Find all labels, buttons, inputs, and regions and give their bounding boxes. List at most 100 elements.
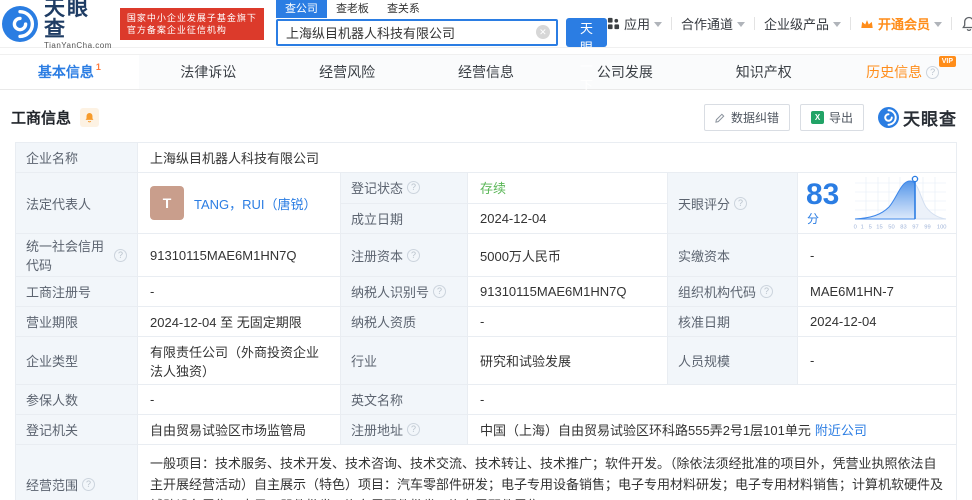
insured-count-value: - (138, 385, 341, 414)
field-label: 经营范围 (16, 445, 138, 500)
org-code-value: MAE6M1HN-7 (798, 277, 956, 306)
field-label: 核准日期 (668, 307, 798, 336)
info-icon[interactable] (734, 197, 747, 210)
table-row-reg-number: 工商注册号 - 纳税人识别号 91310115MAE6M1HN7Q 组织机构代码… (16, 277, 956, 307)
section-title: 工商信息 (11, 107, 71, 128)
search-tab-relation[interactable]: 查关系 (378, 0, 429, 18)
info-icon[interactable] (114, 249, 127, 262)
table-row-reg-status: 登记状态 存续 (341, 173, 667, 204)
score-chart-axis-ticks: 0151550839799100 (853, 222, 948, 231)
avatar[interactable]: T (150, 186, 184, 220)
divider (951, 17, 952, 30)
tab-intellectual-property[interactable]: 知识产权 (694, 55, 833, 89)
search-button[interactable]: 天眼一下 (566, 18, 607, 47)
legal-rep-link[interactable]: TANG，RUI（唐锐） (194, 194, 317, 213)
field-label: 登记状态 (341, 173, 468, 203)
field-label: 营业期限 (16, 307, 138, 336)
field-label: 参保人数 (16, 385, 138, 414)
field-label: 注册资本 (341, 234, 468, 276)
score-cell[interactable]: 83分 (798, 173, 956, 233)
search-tab-company[interactable]: 查公司 (276, 0, 327, 18)
search-tab-boss[interactable]: 查老板 (327, 0, 378, 18)
chevron-down-icon (737, 22, 745, 27)
taxpayer-id-value: 91310115MAE6M1HN7Q (468, 277, 668, 306)
table-row-company-type: 企业类型 有限责任公司（外商投资企业法人独资） 行业 研究和试验发展 人员规模 … (16, 337, 956, 385)
search-input[interactable] (276, 19, 558, 46)
credit-code-value: 91310115MAE6M1HN7Q (138, 234, 341, 276)
score-unit: 分 (807, 212, 819, 226)
field-label: 纳税人识别号 (341, 277, 468, 306)
staff-size-value: - (798, 337, 956, 384)
tianyancha-swirl-icon (2, 6, 38, 42)
nearby-companies-link[interactable]: 附近公司 (815, 420, 867, 439)
status-date-column: 登记状态 存续 成立日期 2024-12-04 (341, 173, 668, 233)
field-label: 法定代表人 (16, 173, 138, 233)
clear-icon[interactable]: ✕ (536, 25, 550, 39)
field-label: 行业 (341, 337, 468, 384)
paid-capital-value: - (798, 234, 956, 276)
field-label: 英文名称 (341, 385, 468, 414)
info-icon[interactable] (82, 478, 95, 491)
reg-address-value: 中国（上海）自由贸易试验区环科路555弄2号1层101单元 附近公司 (468, 415, 956, 444)
nav-enterprise-products[interactable]: 企业级产品 (764, 14, 841, 33)
legal-rep-cell: T TANG，RUI（唐锐） (138, 173, 341, 233)
data-correction-button[interactable]: 数据纠错 (704, 104, 790, 131)
field-label: 企业名称 (16, 143, 138, 172)
export-button[interactable]: 导出 (800, 104, 864, 131)
search-tabs: 查公司 查老板 查关系 (276, 1, 607, 18)
tab-company-development[interactable]: 公司发展 (555, 55, 694, 89)
field-label: 天眼评分 (668, 173, 798, 233)
field-label: 组织机构代码 (668, 277, 798, 306)
tab-count-badge: 1 (96, 62, 101, 72)
info-icon[interactable] (433, 285, 446, 298)
score-distribution-chart: 0151550839799100 (853, 175, 948, 231)
company-type-value: 有限责任公司（外商投资企业法人独资） (138, 337, 341, 384)
field-label: 成立日期 (341, 204, 468, 234)
table-row-legal-rep: 法定代表人 T TANG，RUI（唐锐） 登记状态 存续 成立日期 2024-1… (16, 173, 956, 234)
business-info-table: 企业名称 上海纵目机器人科技有限公司 法定代表人 T TANG，RUI（唐锐） … (15, 142, 957, 500)
field-label: 注册地址 (341, 415, 468, 444)
field-label: 登记机关 (16, 415, 138, 444)
field-label: 企业类型 (16, 337, 138, 384)
business-term-value: 2024-12-04 至 无固定期限 (138, 307, 341, 336)
tab-operation-info[interactable]: 经营信息 (417, 55, 556, 89)
info-icon[interactable] (407, 423, 420, 436)
chevron-down-icon (934, 22, 942, 27)
search-block: 查公司 查老板 查关系 ✕ 天眼一下 (276, 1, 607, 47)
reg-authority-value: 自由贸易试验区市场监管局 (138, 415, 341, 444)
chevron-down-icon (833, 22, 841, 27)
top-header: 天眼查 TianYanCha.com 国家中小企业发展子基金旗下 官方备案企业征… (0, 0, 972, 48)
company-section-tabbar: 基本信息1 法律诉讼 经营风险 经营信息 公司发展 知识产权 VIP 历史信息 (0, 54, 972, 90)
table-row-company-name: 企业名称 上海纵目机器人科技有限公司 (16, 143, 956, 173)
announcement-bell-icon[interactable] (80, 108, 99, 127)
business-info-section-head: 工商信息 数据纠错 导出 天眼查 (0, 90, 972, 140)
notification-bell-icon[interactable] (961, 16, 972, 32)
tab-basic-info[interactable]: 基本信息1 (0, 55, 139, 89)
top-nav: 应用 合作通道 企业级产品 开通会员 肖青羽 (607, 14, 972, 33)
info-icon[interactable] (407, 249, 420, 262)
info-icon[interactable] (760, 285, 773, 298)
score-value: 83 (806, 178, 839, 211)
nav-partner-channel[interactable]: 合作通道 (681, 14, 745, 33)
tab-history-info[interactable]: VIP 历史信息 (833, 55, 972, 89)
table-row-credit-code: 统一社会信用代码 91310115MAE6M1HN7Q 注册资本 5000万人民… (16, 234, 956, 277)
vip-badge: VIP (939, 56, 956, 67)
info-icon[interactable] (926, 66, 939, 79)
divider (671, 17, 672, 30)
edit-pencil-icon (715, 112, 726, 123)
info-icon[interactable] (407, 181, 420, 194)
nav-open-vip[interactable]: 开通会员 (860, 14, 942, 33)
taxpayer-quality-value: - (468, 307, 668, 336)
establish-date-value: 2024-12-04 (468, 204, 667, 234)
chevron-down-icon (654, 22, 662, 27)
business-scope-value: 一般项目：技术服务、技术开发、技术咨询、技术交流、技术转让、技术推广；软件开发。… (138, 445, 956, 500)
apps-grid-icon (607, 17, 620, 30)
tab-legal-litigation[interactable]: 法律诉讼 (139, 55, 278, 89)
tab-operation-risk[interactable]: 经营风险 (278, 55, 417, 89)
nav-apps[interactable]: 应用 (607, 14, 662, 33)
table-row-insured-count: 参保人数 - 英文名称 - (16, 385, 956, 415)
tianyancha-logo[interactable]: 天眼查 TianYanCha.com (0, 0, 112, 50)
industry-value: 研究和试验发展 (468, 337, 668, 384)
field-label: 人员规模 (668, 337, 798, 384)
table-row-business-term: 营业期限 2024-12-04 至 无固定期限 纳税人资质 - 核准日期 202… (16, 307, 956, 337)
